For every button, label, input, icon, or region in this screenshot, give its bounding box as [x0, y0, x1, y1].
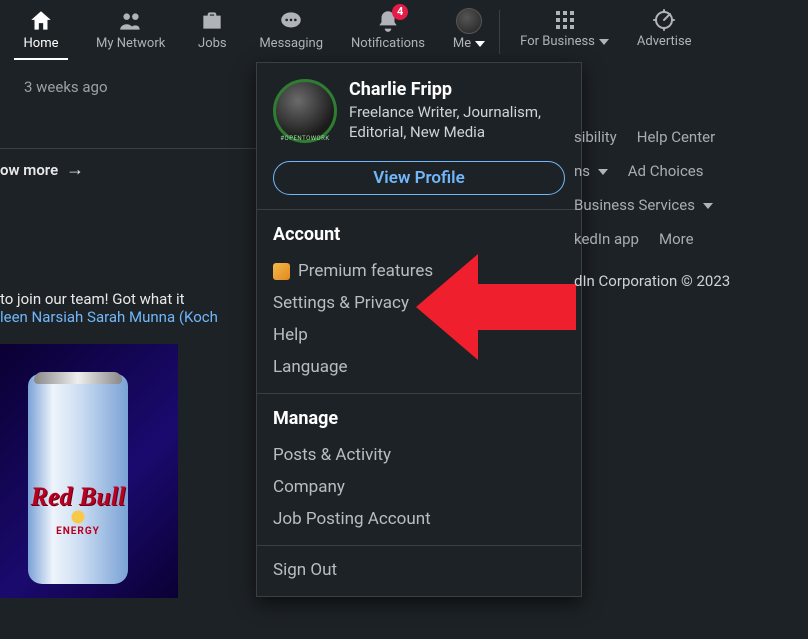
post-timestamp: 3 weeks ago	[0, 78, 260, 96]
nav-label: Notifications	[351, 36, 425, 51]
nav-me[interactable]: Me	[439, 4, 499, 57]
profile-name: Charlie Fripp	[349, 79, 565, 100]
nav-notifications[interactable]: 4 Notifications	[337, 4, 439, 57]
manage-title: Manage	[273, 408, 565, 429]
nav-network[interactable]: My Network	[82, 4, 179, 57]
footer-links: sibility Help Center ns Ad Choices Busin…	[574, 120, 730, 290]
nav-label: Advertise	[637, 34, 692, 49]
avatar-icon	[456, 8, 482, 34]
footer-accessibility[interactable]: sibility	[574, 128, 617, 146]
chevron-down-icon	[475, 41, 485, 47]
post-text: to join our team! Got what it leen Narsi…	[0, 290, 260, 326]
profile-headline: Freelance Writer, Journalism, Editorial,…	[349, 102, 565, 143]
nav-me-label: Me	[453, 36, 471, 51]
nav-label: Home	[24, 36, 59, 51]
nav-label: For Business	[520, 34, 609, 49]
nav-label: Messaging	[259, 36, 323, 51]
product-can: Red Bull ENERGY	[28, 374, 128, 584]
sign-out-item[interactable]: Sign Out	[257, 545, 581, 596]
sponsored-ad-image[interactable]: Red Bull ENERGY	[0, 344, 178, 598]
feed-fragment: 3 weeks ago ow more → to join our team! …	[0, 78, 260, 598]
nav-advertise[interactable]: Advertise	[623, 4, 706, 55]
nav-separator	[499, 10, 500, 54]
footer-more[interactable]: More	[659, 230, 694, 248]
post-body-text: to join our team! Got what it	[0, 290, 185, 308]
briefcase-icon	[199, 8, 225, 34]
nav-home[interactable]: Home	[0, 4, 82, 57]
profile-header[interactable]: #OPENTOWORK Charlie Fripp Freelance Writ…	[257, 63, 581, 157]
chevron-down-icon	[599, 39, 609, 45]
manage-section: Manage Posts & Activity Company Job Post…	[257, 393, 581, 545]
account-title: Account	[273, 224, 565, 245]
bulls-graphic	[44, 508, 112, 526]
footer-ad-choices[interactable]: Ad Choices	[628, 162, 704, 180]
footer-terms-label: ns	[574, 162, 590, 180]
nav-messaging[interactable]: Messaging	[245, 4, 337, 57]
posts-activity-item[interactable]: Posts & Activity	[273, 439, 565, 471]
notifications-badge: 4	[392, 4, 408, 20]
footer-help-center[interactable]: Help Center	[637, 128, 715, 146]
show-more-label: ow more	[0, 161, 58, 179]
chevron-down-icon	[598, 169, 608, 175]
show-more-button[interactable]: ow more →	[0, 148, 260, 190]
footer-copyright: dIn Corporation © 2023	[574, 272, 730, 290]
footer-terms[interactable]: ns	[574, 162, 608, 180]
job-posting-item[interactable]: Job Posting Account	[273, 503, 565, 535]
nav-for-business[interactable]: For Business	[506, 4, 623, 55]
open-to-work-ring: #OPENTOWORK	[280, 135, 329, 142]
footer-get-app[interactable]: kedIn app	[574, 230, 639, 248]
company-item[interactable]: Company	[273, 471, 565, 503]
home-icon	[28, 8, 54, 34]
premium-label: Premium features	[298, 261, 433, 281]
premium-icon	[273, 263, 290, 280]
annotation-arrow	[416, 246, 576, 368]
top-nav: Home My Network Jobs Messaging 4 Notific…	[0, 0, 808, 62]
nav-label: My Network	[96, 36, 165, 51]
chevron-down-icon	[703, 203, 713, 209]
view-profile-button[interactable]: View Profile	[273, 161, 565, 195]
arrow-right-icon: →	[66, 159, 84, 180]
ad-sub-text: ENERGY	[28, 526, 128, 537]
nav-jobs[interactable]: Jobs	[179, 4, 245, 57]
nav-label: Me	[453, 36, 485, 51]
footer-biz-label: Business Services	[574, 196, 695, 214]
people-icon	[118, 8, 144, 34]
post-mention-link[interactable]: leen Narsiah Sarah Munna (Koch	[0, 308, 218, 326]
nav-biz-label: For Business	[520, 34, 595, 49]
footer-business-services[interactable]: Business Services	[574, 196, 713, 214]
chat-icon	[278, 8, 304, 34]
profile-info: Charlie Fripp Freelance Writer, Journali…	[349, 79, 565, 143]
nav-label: Jobs	[198, 36, 227, 51]
profile-avatar: #OPENTOWORK	[273, 79, 337, 143]
target-icon	[652, 8, 676, 32]
grid-icon	[553, 8, 577, 32]
nav-active-underline	[14, 58, 68, 60]
